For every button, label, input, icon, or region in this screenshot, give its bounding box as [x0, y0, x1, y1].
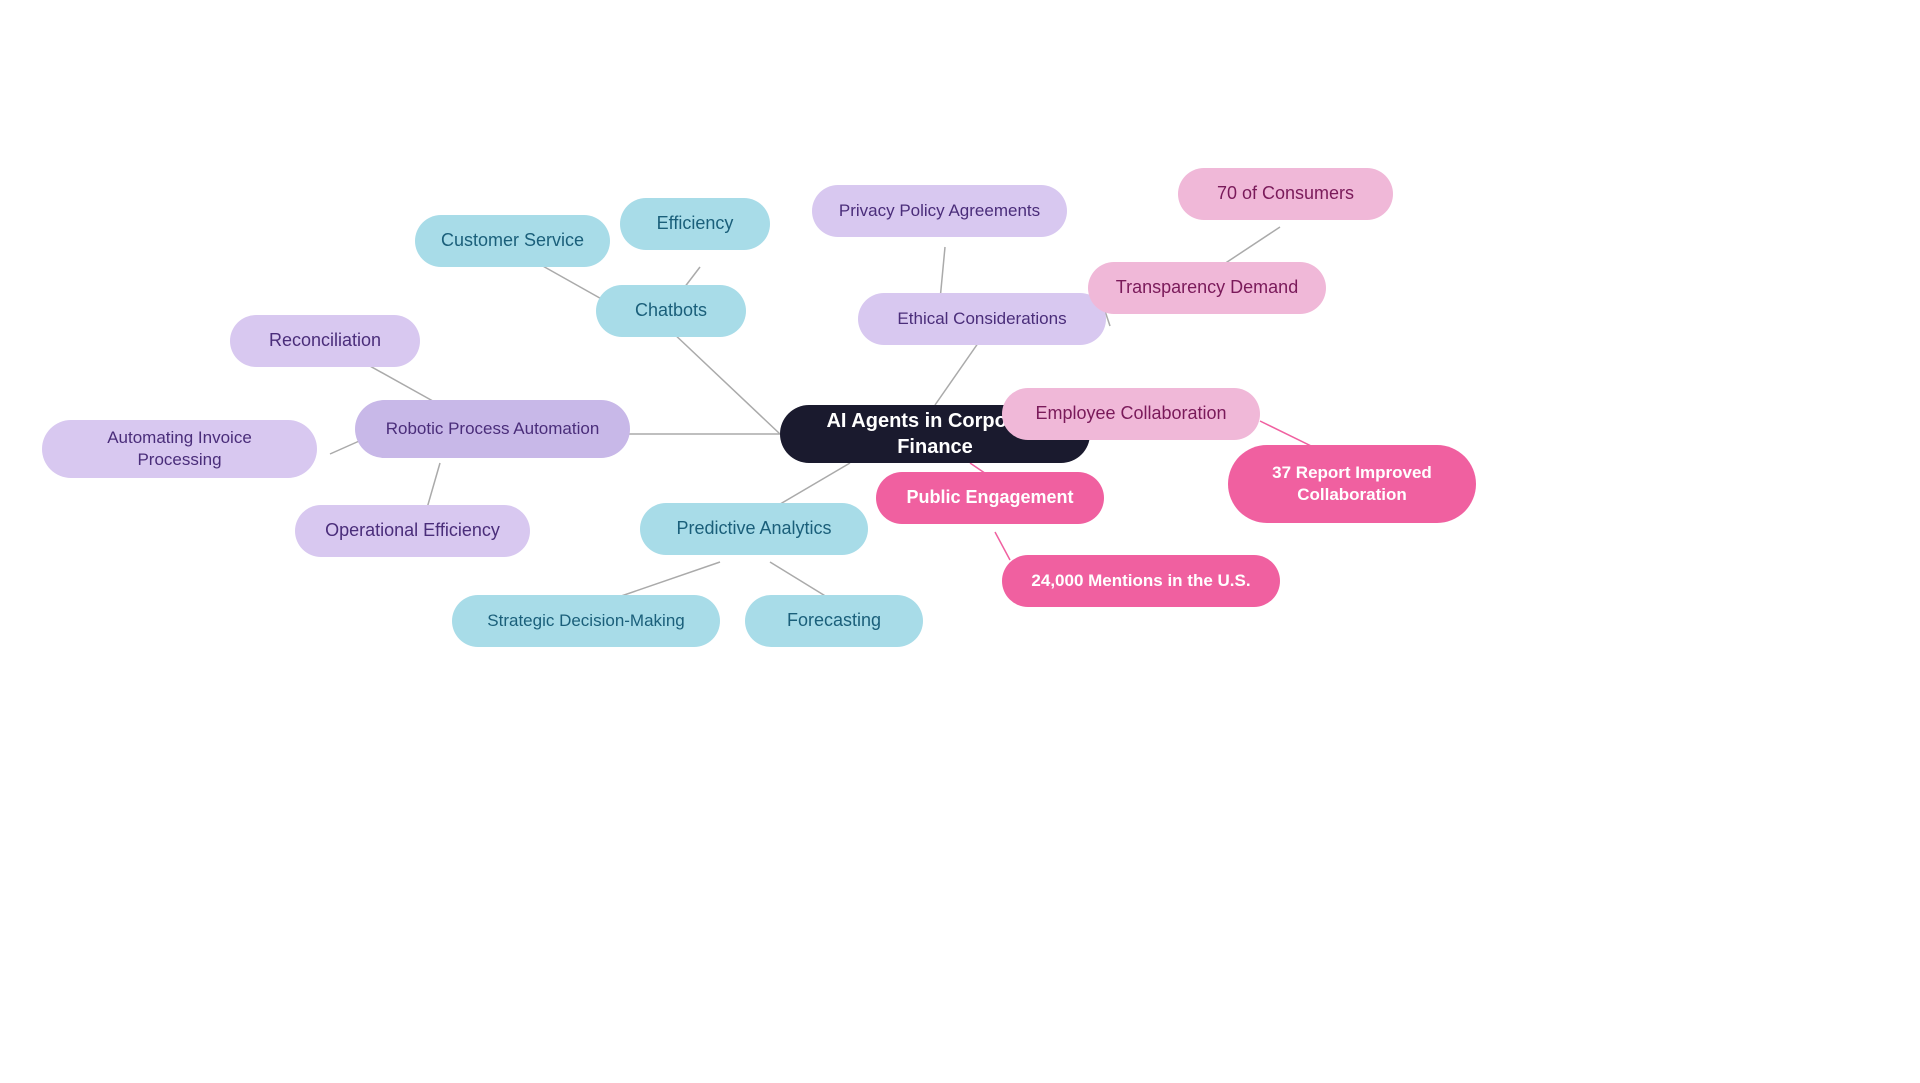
mentions-node: 24,000 Mentions in the U.S. [1002, 555, 1280, 607]
public-engagement-node: Public Engagement [876, 472, 1104, 524]
transparency-node: Transparency Demand [1088, 262, 1326, 314]
forecasting-node: Forecasting [745, 595, 923, 647]
strategic-node: Strategic Decision-Making [452, 595, 720, 647]
automating-node: Automating Invoice Processing [42, 420, 317, 478]
report-collab-node: 37 Report Improved Collaboration [1228, 445, 1476, 523]
efficiency-node: Efficiency [620, 198, 770, 250]
customer-service-node: Customer Service [415, 215, 610, 267]
chatbots-node: Chatbots [596, 285, 746, 337]
reconciliation-node: Reconciliation [230, 315, 420, 367]
operational-node: Operational Efficiency [295, 505, 530, 557]
ethical-node: Ethical Considerations [858, 293, 1106, 345]
rpa-node: Robotic Process Automation [355, 400, 630, 458]
seventy-node: 70 of Consumers [1178, 168, 1393, 220]
privacy-node: Privacy Policy Agreements [812, 185, 1067, 237]
employee-collab-node: Employee Collaboration [1002, 388, 1260, 440]
predictive-node: Predictive Analytics [640, 503, 868, 555]
